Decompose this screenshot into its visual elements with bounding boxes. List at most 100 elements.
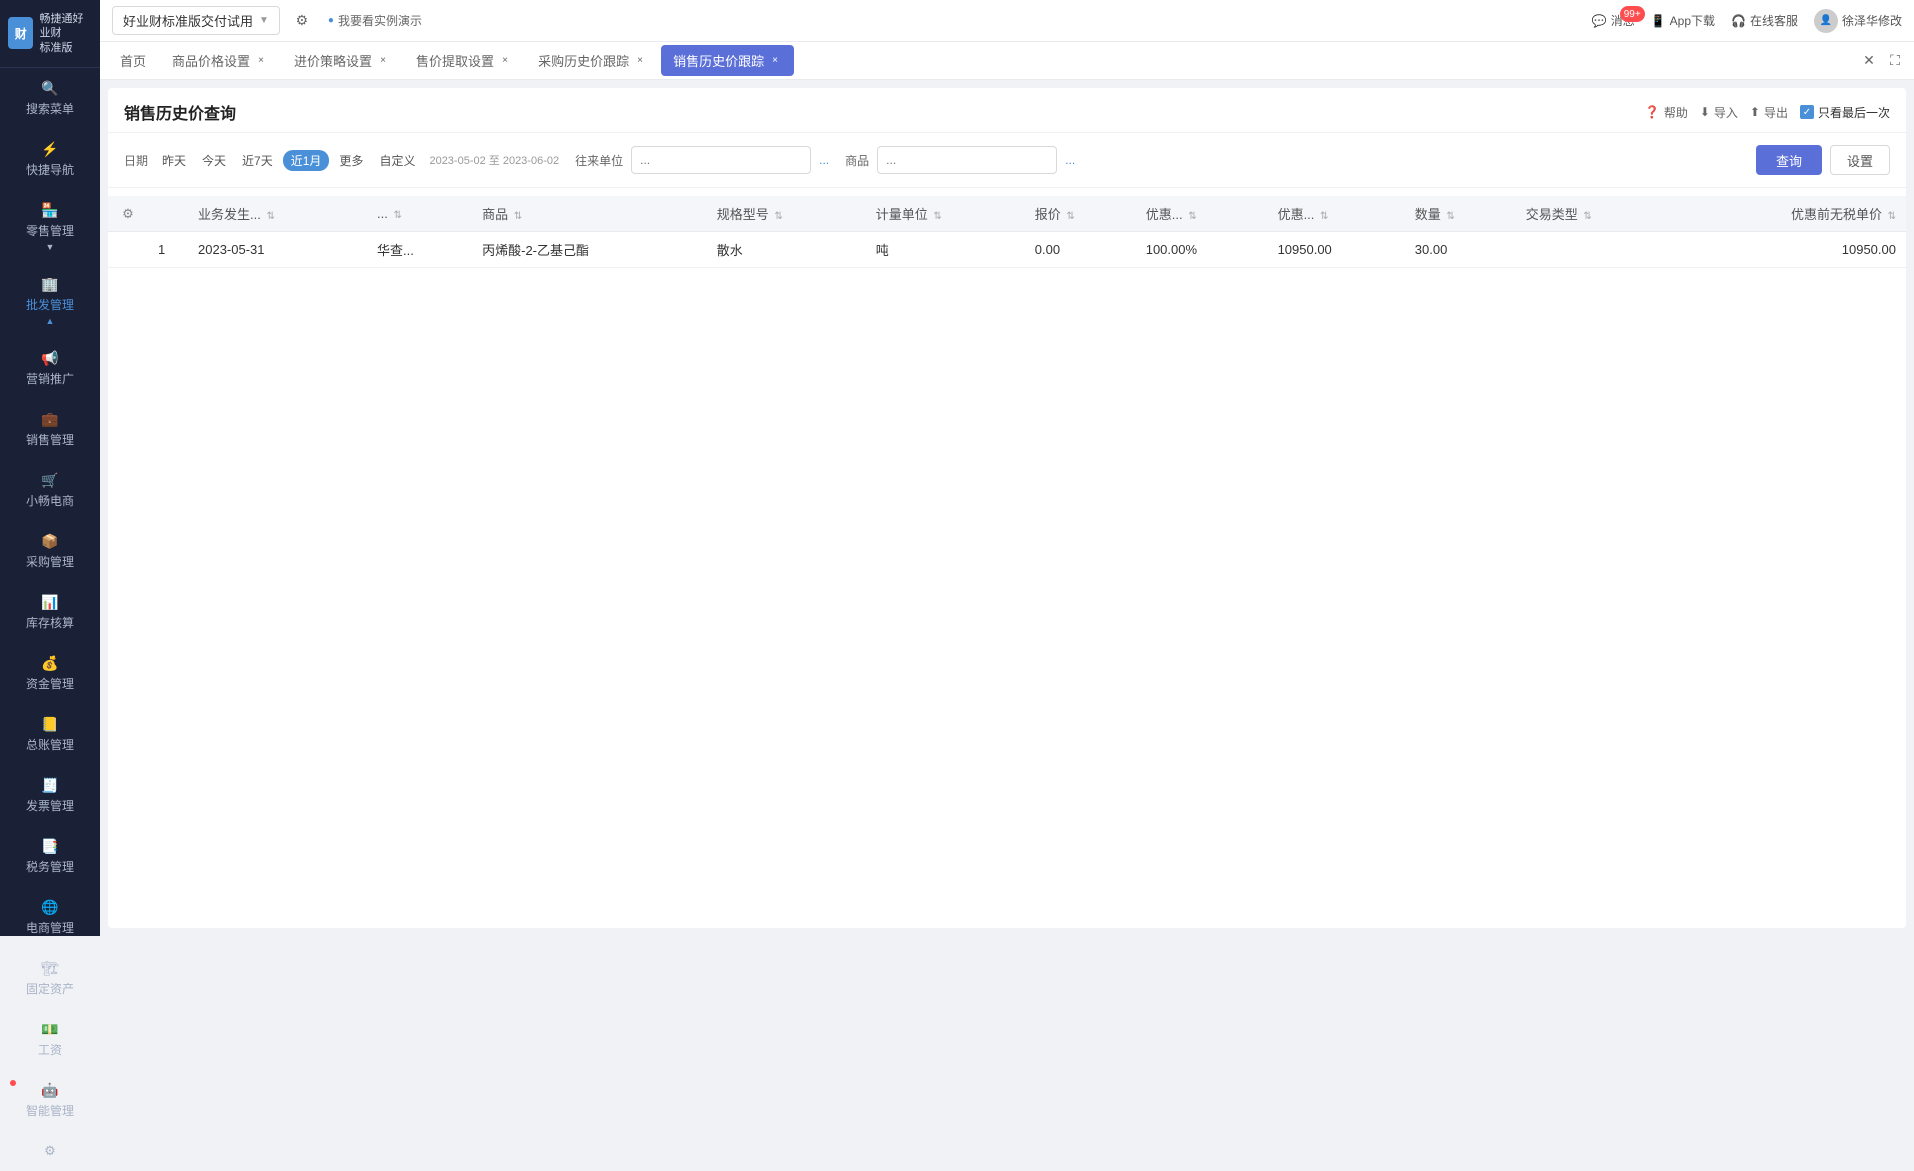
row-spec: 散水 <box>707 232 866 268</box>
panel-close-btn[interactable]: ✕ <box>1858 50 1880 72</box>
retail-icon: 🏪 <box>41 202 58 219</box>
sidebar-item-general-ledger[interactable]: 📒 总账管理 <box>0 704 100 765</box>
date-option-yesterday[interactable]: 昨天 <box>156 150 192 171</box>
user-menu-btn[interactable]: 👤 徐泽华修改 <box>1814 9 1902 33</box>
message-btn[interactable]: 💬 消息 99+ <box>1592 12 1635 29</box>
row-product: 丙烯酸-2-乙基己酯 <box>472 232 707 268</box>
sidebar-settings-btn[interactable]: ⚙ <box>0 1131 100 1171</box>
col-pre-tax-price[interactable]: 优惠前无税单价 ⇅ <box>1675 196 1906 232</box>
sidebar-item-marketing[interactable]: 📢 营销推广 <box>0 338 100 399</box>
row-biz-date: 2023-05-31 <box>188 232 367 268</box>
app-download-btn[interactable]: 📱 App下载 <box>1651 12 1715 29</box>
date-option-today[interactable]: 今天 <box>196 150 232 171</box>
ecommerce-small-icon: 🛒 <box>41 472 58 489</box>
sidebar-item-fixed-assets[interactable]: 🏗 固定资产 <box>0 948 100 1009</box>
sidebar-item-retail[interactable]: 🏪 零售管理 ▼ <box>0 190 100 264</box>
sort-icon-price: ⇅ <box>1066 211 1074 222</box>
table-gear-icon[interactable]: ⚙ <box>122 206 134 221</box>
panel-expand-btn[interactable]: ⛶ <box>1884 50 1906 72</box>
tab-purchase-history[interactable]: 采购历史价跟踪 × <box>526 45 659 76</box>
headset-icon: 🎧 <box>1731 14 1746 28</box>
message-badge: 99+ <box>1620 6 1645 22</box>
col-biz-date[interactable]: 业务发生... ⇅ <box>188 196 367 232</box>
tab-purchase-strategy-close[interactable]: × <box>376 54 390 68</box>
message-icon: 💬 <box>1592 14 1607 28</box>
col-price[interactable]: 报价 ⇅ <box>1025 196 1136 232</box>
date-option-7days[interactable]: 近7天 <box>236 150 279 171</box>
app-logo: 财 畅捷通好业财 标准版 <box>0 0 100 68</box>
col-quantity[interactable]: 数量 ⇅ <box>1405 196 1516 232</box>
col-product[interactable]: 商品 ⇅ <box>472 196 707 232</box>
app-download-label: App下载 <box>1670 12 1715 29</box>
checkbox-checked-icon: ✓ <box>1800 105 1814 119</box>
import-btn[interactable]: ⬇ 导入 <box>1700 104 1738 121</box>
tab-purchase-history-close[interactable]: × <box>633 54 647 68</box>
from-unit-more-btn[interactable]: ... <box>819 153 829 167</box>
table-row: 1 2023-05-31 华查... 丙烯酸-2-乙基己酯 散水 吨 0.00 … <box>108 232 1906 268</box>
sort-icon-trade-type: ⇅ <box>1583 211 1591 222</box>
sidebar: 财 畅捷通好业财 标准版 🔍 搜索菜单 ⚡ 快捷导航 🏪 零售管理 ▼ 🏢 批发… <box>0 0 100 936</box>
quick-nav-icon: ⚡ <box>41 141 58 158</box>
help-btn[interactable]: ❓ 帮助 <box>1645 104 1688 121</box>
demo-btn[interactable]: ● 我要看实例演示 <box>328 12 422 29</box>
col-unit[interactable]: 计量单位 ⇅ <box>866 196 1025 232</box>
sidebar-item-capital[interactable]: 💰 资金管理 <box>0 643 100 704</box>
only-last-checkbox[interactable]: ✓ 只看最后一次 <box>1800 104 1890 121</box>
product-input[interactable] <box>877 146 1057 174</box>
date-option-custom[interactable]: 自定义 <box>373 150 421 171</box>
sidebar-item-wholesale[interactable]: 🏢 批发管理 ▲ <box>0 264 100 338</box>
product-more-btn[interactable]: ... <box>1065 153 1075 167</box>
online-service-btn[interactable]: 🎧 在线客服 <box>1731 12 1798 29</box>
sidebar-item-xiao-ecommerce[interactable]: 🛒 小畅电商 <box>0 460 100 521</box>
invoice-icon: 🧾 <box>41 777 58 794</box>
edition-selector[interactable]: 好业财标准版交付试用 ▼ <box>112 6 280 35</box>
chevron-down-icon: ▼ <box>259 15 269 26</box>
export-label: 导出 <box>1764 104 1788 121</box>
gear-icon: ⚙ <box>296 12 309 29</box>
date-option-more[interactable]: 更多 <box>333 150 369 171</box>
sidebar-item-quick-nav[interactable]: ⚡ 快捷导航 <box>0 129 100 190</box>
sidebar-item-intelligent[interactable]: 🤖 智能管理 <box>0 1070 100 1131</box>
sidebar-item-ecommerce[interactable]: 🌐 电商管理 <box>0 887 100 948</box>
tab-sale-history-close[interactable]: × <box>768 54 782 68</box>
tab-sale-history[interactable]: 销售历史价跟踪 × <box>661 45 794 76</box>
date-option-1month[interactable]: 近1月 <box>283 150 330 171</box>
settings-icon: ⚙ <box>44 1143 56 1158</box>
col-discount1[interactable]: 优惠... ⇅ <box>1136 196 1268 232</box>
settings-btn[interactable]: 设置 <box>1830 145 1890 175</box>
help-icon: ❓ <box>1645 105 1660 119</box>
fixed-assets-icon: 🏗 <box>41 960 59 977</box>
logo-text: 畅捷通好业财 标准版 <box>39 12 92 55</box>
from-unit-input[interactable] <box>631 146 811 174</box>
col-index <box>148 196 188 232</box>
tab-product-price[interactable]: 商品价格设置 × <box>160 45 280 76</box>
sort-icon-discount2: ⇅ <box>1320 211 1328 222</box>
tab-product-price-close[interactable]: × <box>254 54 268 68</box>
tab-sale-price[interactable]: 售价提取设置 × <box>404 45 524 76</box>
page-header: 销售历史价查询 ❓ 帮助 ⬇ 导入 ⬆ 导出 ✓ 只看最后一次 <box>108 88 1906 133</box>
sidebar-item-sales[interactable]: 💼 销售管理 <box>0 399 100 460</box>
col-extra[interactable]: ... ⇅ <box>367 196 472 232</box>
settings-gear-btn[interactable]: ⚙ <box>288 7 316 35</box>
export-btn[interactable]: ⬆ 导出 <box>1750 104 1788 121</box>
col-discount2[interactable]: 优惠... ⇅ <box>1268 196 1405 232</box>
tab-purchase-history-label: 采购历史价跟踪 <box>538 51 629 70</box>
query-btn[interactable]: 查询 <box>1756 145 1822 175</box>
sidebar-item-invoice[interactable]: 🧾 发票管理 <box>0 765 100 826</box>
tab-purchase-strategy-label: 进价策略设置 <box>294 51 372 70</box>
tab-home[interactable]: 首页 <box>108 45 158 76</box>
sidebar-item-inventory[interactable]: 📊 库存核算 <box>0 582 100 643</box>
col-trade-type[interactable]: 交易类型 ⇅ <box>1516 196 1675 232</box>
row-gear-cell <box>108 232 148 268</box>
tab-sale-price-close[interactable]: × <box>498 54 512 68</box>
tab-home-label: 首页 <box>120 51 146 70</box>
tab-purchase-strategy[interactable]: 进价策略设置 × <box>282 45 402 76</box>
col-spec[interactable]: 规格型号 ⇅ <box>707 196 866 232</box>
user-name: 徐泽华修改 <box>1842 12 1902 29</box>
sales-icon: 💼 <box>41 411 58 428</box>
sidebar-item-purchase[interactable]: 📦 采购管理 <box>0 521 100 582</box>
expand-icon: ▼ <box>46 242 55 252</box>
sidebar-item-tax[interactable]: 📑 税务管理 <box>0 826 100 887</box>
sidebar-item-payroll[interactable]: 💵 工资 <box>0 1009 100 1070</box>
sidebar-item-search[interactable]: 🔍 搜索菜单 <box>0 68 100 129</box>
